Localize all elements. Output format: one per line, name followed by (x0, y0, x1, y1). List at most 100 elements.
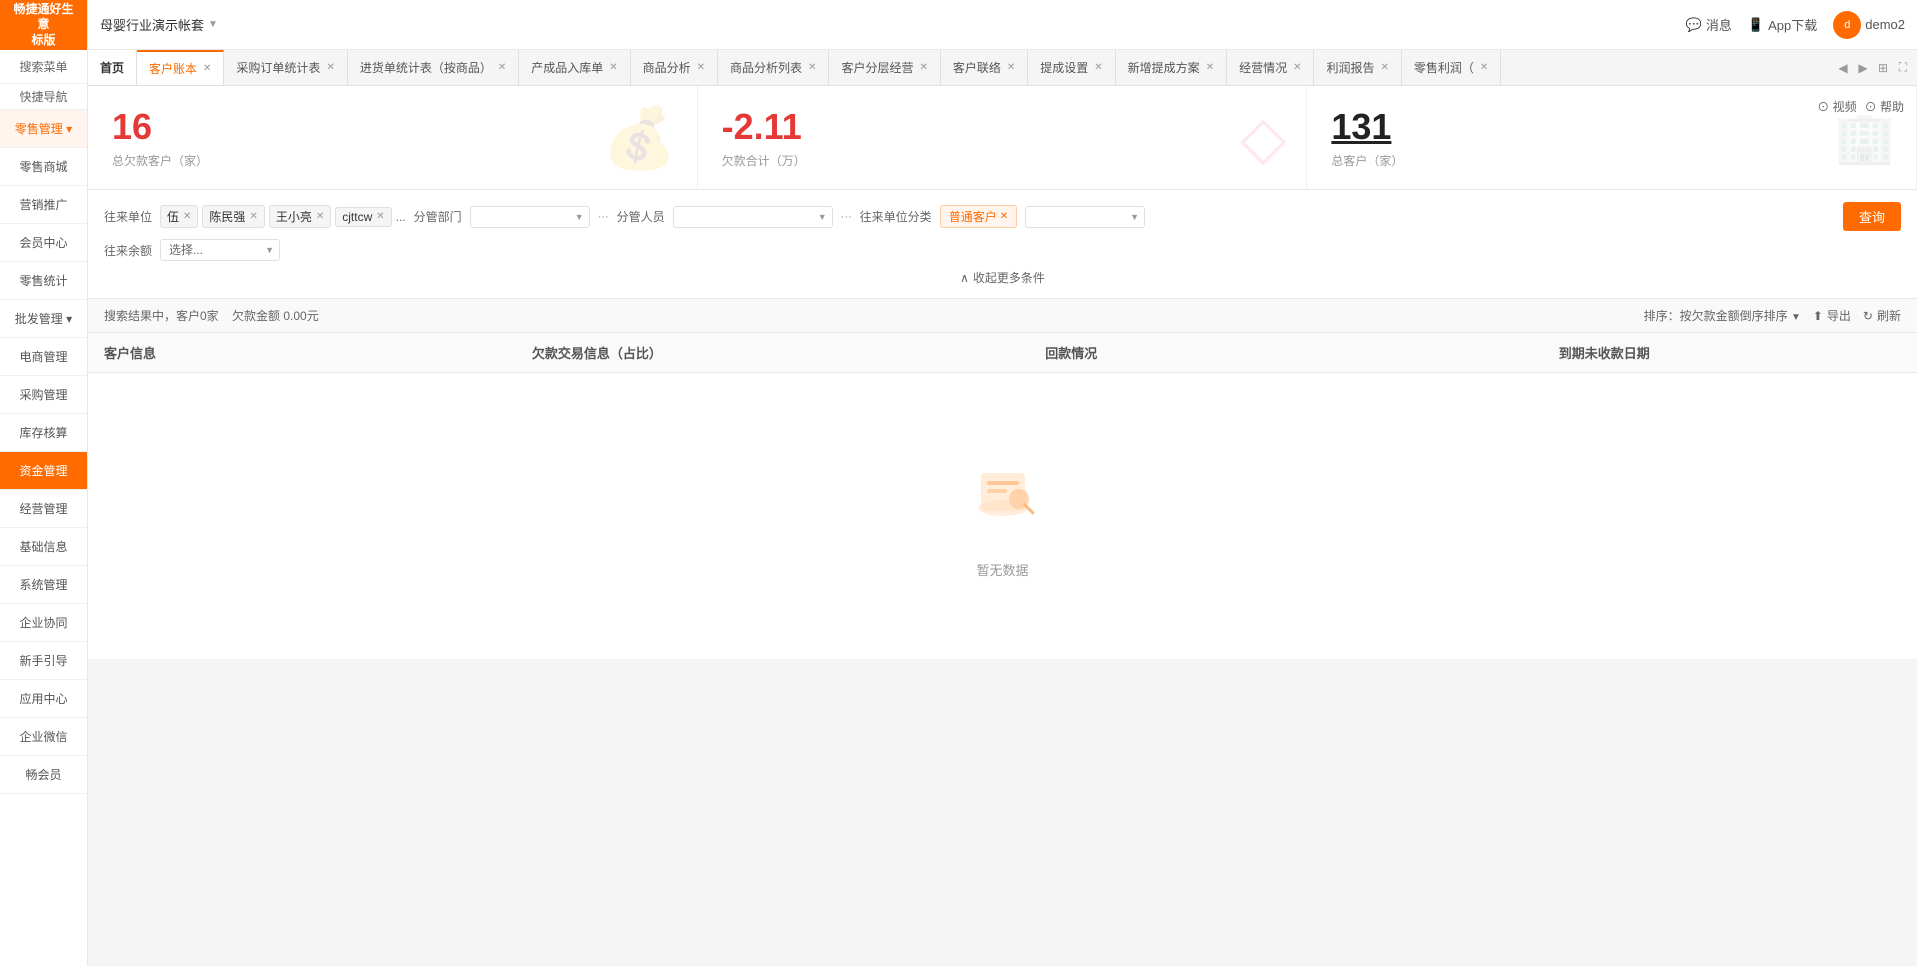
tab-customer-ledger-label: 客户账本 (149, 60, 197, 77)
filter-dept-more[interactable]: ··· (598, 211, 609, 223)
user-profile[interactable]: d demo2 (1833, 11, 1905, 39)
sidebar-item-retail-mall[interactable]: 零售商城 (0, 148, 87, 186)
sidebar-item-inventory[interactable]: 库存核算 (0, 414, 87, 452)
sidebar-item-operations[interactable]: 经营管理 (0, 490, 87, 528)
sidebar-logo-text: 畅捷通好生意 标版 (10, 2, 77, 49)
tab-close-icon[interactable]: ✕ (808, 62, 816, 73)
sidebar-item-retail-mgmt[interactable]: 零售管理 ▾ (0, 110, 87, 148)
filter-dept-label: 分管部门 (414, 208, 462, 225)
tab-close-icon[interactable]: ✕ (1480, 62, 1488, 73)
sidebar-item-enterprise-wechat[interactable]: 企业微信 (0, 718, 87, 756)
video-link[interactable]: ⊙ 视频 (1817, 98, 1856, 115)
app-download-label: App下载 (1768, 15, 1817, 34)
content-area: 💰 16 总欠款客户（家） ◇ -2.11 欠款合计（万） 🏢 131 总客户（… (88, 86, 1917, 966)
filter-classify-select-wrapper (1025, 206, 1145, 228)
tab-home[interactable]: 首页 (88, 50, 137, 86)
filter-tag-close-chen[interactable]: ✕ (249, 211, 257, 222)
tab-close-icon[interactable]: ✕ (326, 62, 334, 73)
tab-product-analysis-list[interactable]: 商品分析列表 ✕ (718, 50, 829, 86)
filter-tag-unit-wang: 王小亮 ✕ (269, 205, 331, 228)
filter-tag-close-classify[interactable]: ✕ (1000, 211, 1008, 222)
sidebar-item-enterprise-collab[interactable]: 企业协同 (0, 604, 87, 642)
sidebar: 畅捷通好生意 标版 搜索菜单 快捷导航 零售管理 ▾ 零售商城 营销推广 会员中… (0, 0, 88, 966)
sidebar-item-quick-nav[interactable]: 快捷导航 (0, 84, 87, 110)
tab-close-icon[interactable]: ✕ (1381, 62, 1389, 73)
tab-inbound-stats-by-product[interactable]: 进货单统计表（按商品） ✕ (348, 50, 519, 86)
sidebar-item-wholesale[interactable]: 批发管理 ▾ (0, 300, 87, 338)
refresh-button[interactable]: ↻ 刷新 (1863, 307, 1901, 324)
debt-customers-icon: 💰 (602, 102, 677, 173)
tab-home-label: 首页 (100, 59, 124, 76)
app-download-button[interactable]: 📱 App下载 (1748, 15, 1817, 34)
sidebar-item-marketing[interactable]: 营销推广 (0, 186, 87, 224)
tab-close-icon[interactable]: ✕ (203, 63, 211, 74)
topbar-right: 💬 消息 📱 App下载 d demo2 (1686, 11, 1905, 39)
sidebar-item-member[interactable]: 会员中心 (0, 224, 87, 262)
topbar: 母婴行业演示帐套 ▼ 💬 消息 📱 App下载 d demo2 (88, 0, 1917, 50)
sidebar-item-purchase[interactable]: 采购管理 (0, 376, 87, 414)
tab-product-inbound[interactable]: 产成品入库单 ✕ (519, 50, 630, 86)
filter-person-select[interactable] (673, 206, 833, 228)
sidebar-item-search[interactable]: 搜索菜单 (0, 50, 87, 84)
tab-retail-profit[interactable]: 零售利润（ ✕ (1402, 50, 1501, 86)
sidebar-item-basic-info[interactable]: 基础信息 (0, 528, 87, 566)
tab-close-icon[interactable]: ✕ (1007, 62, 1015, 73)
tab-product-analysis[interactable]: 商品分析 ✕ (631, 50, 718, 86)
tab-scroll-left-button[interactable]: ◀ (1833, 58, 1853, 78)
tab-close-icon[interactable]: ✕ (1293, 62, 1301, 73)
sort-label: 排序：按欠款金额倒序排序 ▼ (1644, 307, 1801, 324)
empty-text: 暂无数据 (976, 560, 1028, 579)
stat-value-total-customers[interactable]: 131 (1331, 106, 1403, 148)
filter-classify-tags: 普通客户 ✕ (940, 205, 1017, 228)
stat-label-total-debt: 欠款合计（万） (722, 152, 806, 169)
sidebar-item-new-user-guide[interactable]: 新手引导 (0, 642, 87, 680)
tab-scroll-right-button[interactable]: ▶ (1853, 58, 1873, 78)
sidebar-item-retail-stats[interactable]: 零售统计 (0, 262, 87, 300)
query-button[interactable]: 查询 (1843, 202, 1901, 231)
tab-close-icon[interactable]: ✕ (498, 62, 506, 73)
tab-customer-segment[interactable]: 客户分层经营 ✕ (829, 50, 940, 86)
tab-purchase-order-stats[interactable]: 采购订单统计表 ✕ (224, 50, 347, 86)
sidebar-item-ecommerce[interactable]: 电商管理 (0, 338, 87, 376)
tab-expand-button[interactable]: ⊞ (1873, 58, 1893, 78)
col-header-repayment: 回款情况 (1045, 343, 1558, 362)
filter-row-2: 往来余额 选择... (104, 239, 1901, 261)
filter-dept-select[interactable] (470, 206, 590, 228)
refresh-icon: ↻ (1863, 309, 1873, 323)
tab-profit-report[interactable]: 利润报告 ✕ (1314, 50, 1401, 86)
tab-close-icon[interactable]: ✕ (1094, 62, 1102, 73)
tab-customer-contact[interactable]: 客户联络 ✕ (941, 50, 1028, 86)
filter-row-1: 往来单位 伍 ✕ 陈民强 ✕ 王小亮 ✕ cjttcw (104, 202, 1901, 231)
account-name: 母婴行业演示帐套 (100, 15, 204, 34)
filter-tag-unit-wu: 伍 ✕ (160, 205, 198, 228)
account-selector[interactable]: 母婴行业演示帐套 ▼ (100, 15, 218, 34)
result-text: 搜索结果中，客户0家 (104, 309, 219, 323)
tab-close-icon[interactable]: ✕ (919, 62, 927, 73)
tab-close-icon[interactable]: ✕ (1206, 62, 1214, 73)
filter-person-more[interactable]: ··· (841, 211, 852, 223)
tab-commission-settings[interactable]: 提成设置 ✕ (1028, 50, 1115, 86)
help-link[interactable]: ⊙ 帮助 (1865, 98, 1904, 115)
tab-close-icon[interactable]: ✕ (697, 62, 705, 73)
tab-fullscreen-button[interactable]: ⛶ (1893, 58, 1913, 78)
tab-close-icon[interactable]: ✕ (609, 62, 617, 73)
tab-operations[interactable]: 经营情况 ✕ (1227, 50, 1314, 86)
filter-tag-close-wu[interactable]: ✕ (183, 211, 191, 222)
sidebar-item-system[interactable]: 系统管理 (0, 566, 87, 604)
filter-balance-select[interactable]: 选择... (160, 239, 280, 261)
sidebar-item-chang-member[interactable]: 畅会员 (0, 756, 87, 794)
sidebar-item-finance[interactable]: 资金管理 (0, 452, 87, 490)
sidebar-item-app-center[interactable]: 应用中心 (0, 680, 87, 718)
filter-tag-close-cjttcw[interactable]: ✕ (376, 211, 384, 222)
topbar-left: 母婴行业演示帐套 ▼ (100, 15, 218, 34)
filter-unit-more[interactable]: ... (396, 210, 406, 224)
message-button[interactable]: 💬 消息 (1686, 15, 1732, 34)
result-debt-text: 欠款金额 0.00元 (232, 309, 319, 323)
sidebar-logo: 畅捷通好生意 标版 (0, 0, 87, 50)
export-button[interactable]: ⬆ 导出 (1813, 307, 1851, 324)
filter-collapse-button[interactable]: ∧ 收起更多条件 (104, 269, 1901, 286)
filter-tag-close-wang[interactable]: ✕ (316, 211, 324, 222)
tab-customer-ledger[interactable]: 客户账本 ✕ (137, 50, 224, 86)
filter-classify-select[interactable] (1025, 206, 1145, 228)
tab-add-commission[interactable]: 新增提成方案 ✕ (1116, 50, 1227, 86)
